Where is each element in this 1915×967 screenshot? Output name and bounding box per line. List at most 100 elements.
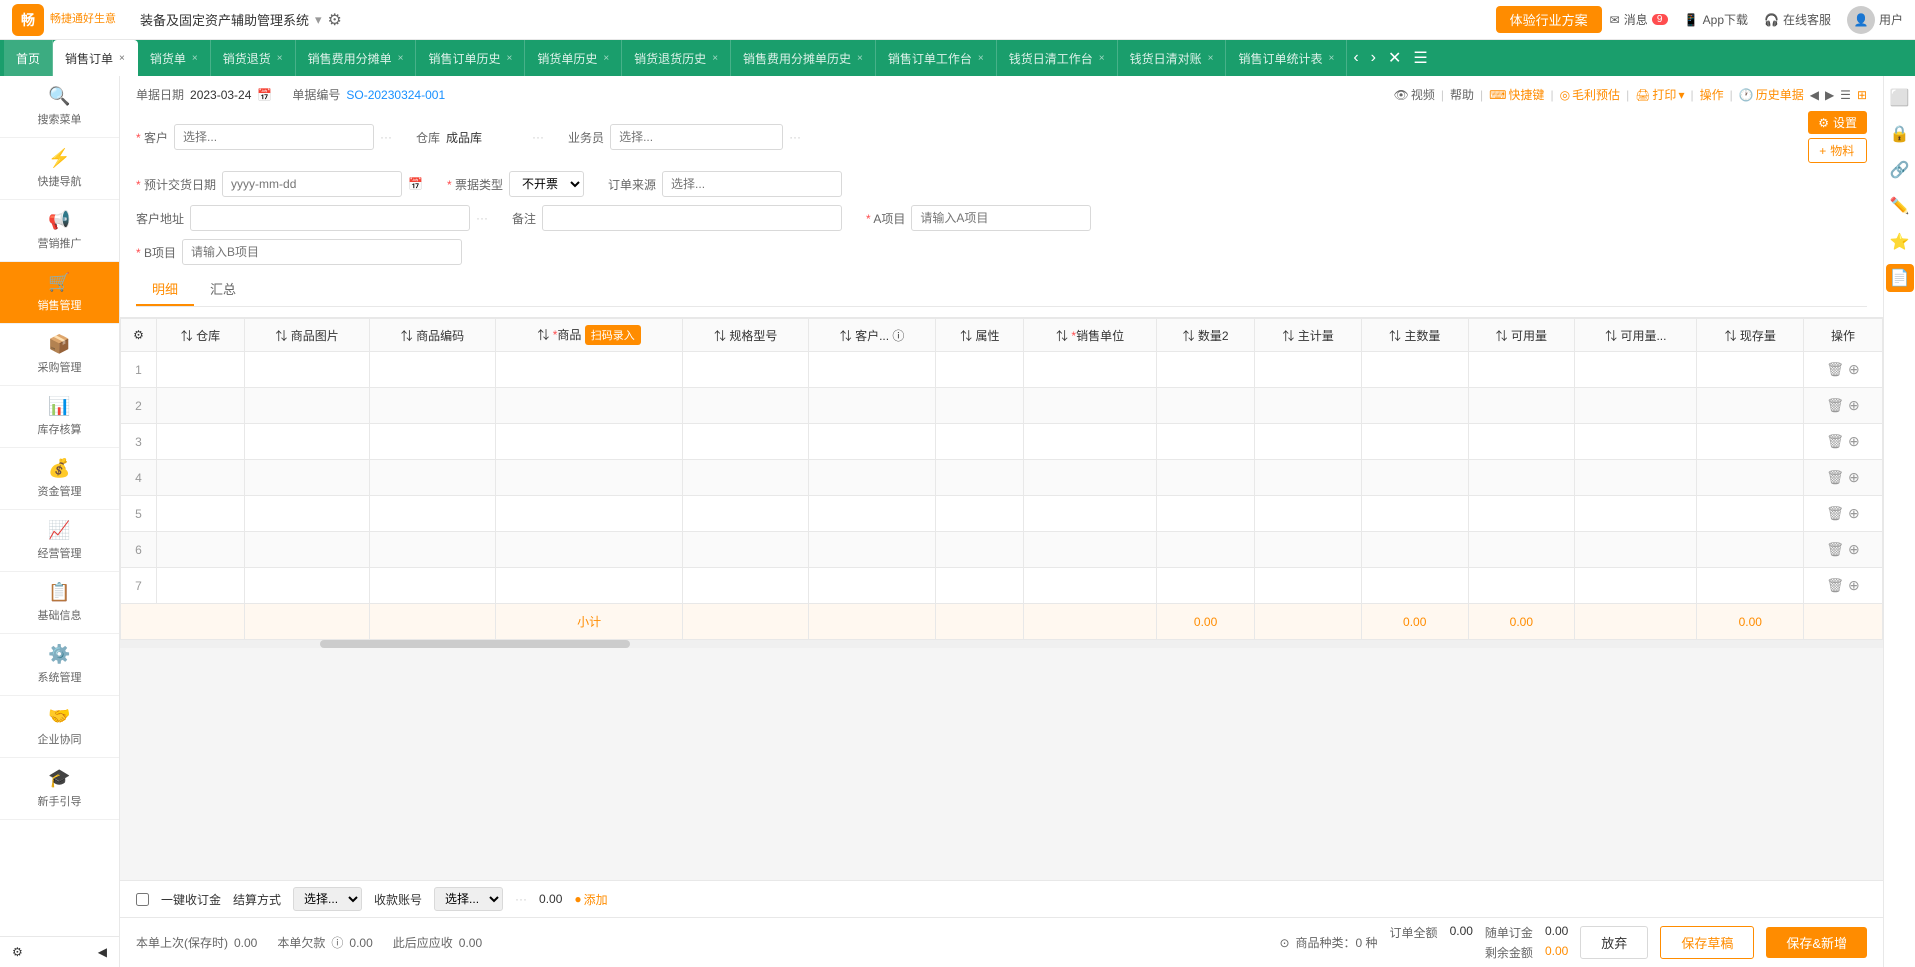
add-material-button[interactable]: + 物料 (1808, 138, 1867, 163)
delete-row-button[interactable]: 🗑 (1826, 397, 1844, 414)
tab-detail[interactable]: 明细 (136, 273, 194, 306)
tab-return-history[interactable]: 销货退货历史 × (622, 40, 731, 76)
delete-row-button[interactable]: 🗑 (1826, 469, 1844, 486)
sidebar-item-marketing[interactable]: 📢 营销推广 (0, 200, 119, 262)
list-view-btn[interactable]: ☰ (1840, 88, 1851, 102)
print-action[interactable]: 🖨 打印 ▾ (1635, 86, 1684, 103)
calendar2-icon[interactable]: 📅 (408, 177, 423, 191)
add-payment-button[interactable]: ● 添加 (574, 891, 607, 908)
staff-input[interactable] (610, 124, 783, 150)
sidebar-item-finance[interactable]: 💰 资金管理 (0, 448, 119, 510)
tab-sales-order-history[interactable]: 销售订单历史 × (416, 40, 525, 76)
copy-row-button[interactable]: ⊕ (1848, 469, 1860, 486)
tab-summary[interactable]: 汇总 (194, 273, 252, 306)
left-arrow-btn[interactable]: ◀ (1810, 88, 1819, 102)
close-icon[interactable]: × (712, 53, 718, 64)
copy-row-button[interactable]: ⊕ (1848, 505, 1860, 522)
tab-prev-button[interactable]: ‹ (1347, 49, 1364, 67)
sidebar-item-business[interactable]: 📈 经营管理 (0, 510, 119, 572)
delivery-date-input[interactable] (222, 171, 402, 197)
delete-row-button[interactable]: 🗑 (1826, 361, 1844, 378)
copy-row-button[interactable]: ⊕ (1848, 577, 1860, 594)
note-input[interactable] (542, 205, 842, 231)
close-icon[interactable]: × (1208, 53, 1214, 64)
account-ellipsis[interactable]: ··· (515, 892, 527, 906)
address-ellipsis[interactable]: ··· (476, 211, 488, 225)
right-panel-icon-6[interactable]: 📄 (1886, 264, 1914, 292)
right-panel-icon-2[interactable]: 🔒 (1886, 120, 1914, 148)
help-action[interactable]: 帮助 (1450, 86, 1474, 103)
delete-row-button[interactable]: 🗑 (1826, 433, 1844, 450)
b-project-input[interactable] (182, 239, 462, 265)
discard-button[interactable]: 放弃 (1580, 926, 1648, 959)
grid-view-btn[interactable]: ⊞ (1857, 88, 1867, 102)
close-icon[interactable]: × (277, 53, 283, 64)
staff-ellipsis[interactable]: ··· (789, 130, 801, 144)
col-config[interactable]: ⚙ (121, 319, 157, 352)
right-panel-icon-4[interactable]: ✏️ (1886, 192, 1914, 220)
forecast-action[interactable]: ◎ 毛利预估 (1560, 86, 1621, 103)
sidebar-item-purchase[interactable]: 📦 采购管理 (0, 324, 119, 386)
tab-sales-expense[interactable]: 销售费用分摊单 × (296, 40, 417, 76)
right-arrow-btn[interactable]: ▶ (1825, 88, 1834, 102)
a-project-input[interactable] (911, 205, 1091, 231)
close-icon[interactable]: × (506, 53, 512, 64)
sidebar-item-enterprise[interactable]: 🤝 企业协同 (0, 696, 119, 758)
sidebar-item-inventory[interactable]: 📊 库存核算 (0, 386, 119, 448)
tab-sales-bill-history[interactable]: 销货单历史 × (525, 40, 622, 76)
settings-button[interactable]: ⚙ 设置 (1808, 111, 1867, 134)
user-avatar[interactable]: 👤 用户 (1847, 6, 1903, 34)
order-source-input[interactable] (662, 171, 842, 197)
close-icon[interactable]: × (1099, 53, 1105, 64)
tab-daily-workbench[interactable]: 钱货日清工作台 × (997, 40, 1118, 76)
right-panel-icon-3[interactable]: 🔗 (1886, 156, 1914, 184)
online-service-button[interactable]: 🎧 在线客服 (1764, 11, 1831, 28)
copy-row-button[interactable]: ⊕ (1848, 397, 1860, 414)
close-icon[interactable]: × (119, 53, 125, 64)
close-icon[interactable]: × (1328, 53, 1334, 64)
address-input[interactable] (190, 205, 470, 231)
solution-button[interactable]: 体验行业方案 (1496, 6, 1602, 33)
tab-sales-return[interactable]: 销货退货 × (211, 40, 296, 76)
delete-row-button[interactable]: 🗑 (1826, 505, 1844, 522)
operate-action[interactable]: 操作 (1700, 86, 1724, 103)
sidebar-item-nav[interactable]: ⚡ 快捷导航 (0, 138, 119, 200)
right-panel-icon-5[interactable]: ⭐ (1886, 228, 1914, 256)
sidebar-toggle[interactable]: ⚙ ◀ (0, 936, 119, 967)
settings-icon[interactable]: ⚙ (328, 10, 342, 30)
close-icon[interactable]: × (978, 53, 984, 64)
account-select[interactable]: 选择... (434, 887, 503, 911)
view-action[interactable]: 👁 视频 (1394, 86, 1435, 103)
copy-row-button[interactable]: ⊕ (1848, 361, 1860, 378)
message-button[interactable]: ✉ 消息 9 (1610, 11, 1668, 28)
chevron-down-icon[interactable]: ▾ (315, 12, 322, 28)
close-icon[interactable]: × (603, 53, 609, 64)
payment-method-select[interactable]: 选择... (293, 887, 362, 911)
tab-home[interactable]: 首页 (4, 40, 53, 76)
copy-row-button[interactable]: ⊕ (1848, 433, 1860, 450)
sidebar-item-sales[interactable]: 🛒 销售管理 (0, 262, 119, 324)
sidebar-item-base[interactable]: 📋 基础信息 (0, 572, 119, 634)
right-panel-icon-1[interactable]: ⬜ (1886, 84, 1914, 112)
invoice-type-select[interactable]: 不开票 (509, 171, 584, 197)
tab-order-workbench[interactable]: 销售订单工作台 × (876, 40, 997, 76)
customer-ellipsis[interactable]: ··· (380, 130, 392, 144)
delete-row-button[interactable]: 🗑 (1826, 541, 1844, 558)
close-icon[interactable]: × (192, 53, 198, 64)
horizontal-scrollbar[interactable] (120, 640, 1883, 648)
tab-menu-button[interactable]: ☰ (1407, 48, 1433, 68)
sidebar-item-guide[interactable]: 🎓 新手引导 (0, 758, 119, 820)
close-icon[interactable]: × (857, 53, 863, 64)
scroll-thumb[interactable] (320, 640, 630, 648)
tab-next-button[interactable]: › (1365, 49, 1382, 67)
tab-stats[interactable]: 销售订单统计表 × (1226, 40, 1347, 76)
tab-expense-history[interactable]: 销售费用分摊单历史 × (731, 40, 876, 76)
save-new-button[interactable]: 保存&新增 (1766, 927, 1867, 958)
scan-button[interactable]: 扫码录入 (585, 325, 641, 345)
one-click-checkbox[interactable] (136, 893, 149, 906)
sidebar-item-system[interactable]: ⚙️ 系统管理 (0, 634, 119, 696)
tab-daily-reconcile[interactable]: 钱货日清对账 × (1118, 40, 1227, 76)
calendar-icon[interactable]: 📅 (257, 88, 272, 102)
copy-row-button[interactable]: ⊕ (1848, 541, 1860, 558)
shortcut-action[interactable]: ⌨ 快捷键 (1489, 86, 1544, 103)
